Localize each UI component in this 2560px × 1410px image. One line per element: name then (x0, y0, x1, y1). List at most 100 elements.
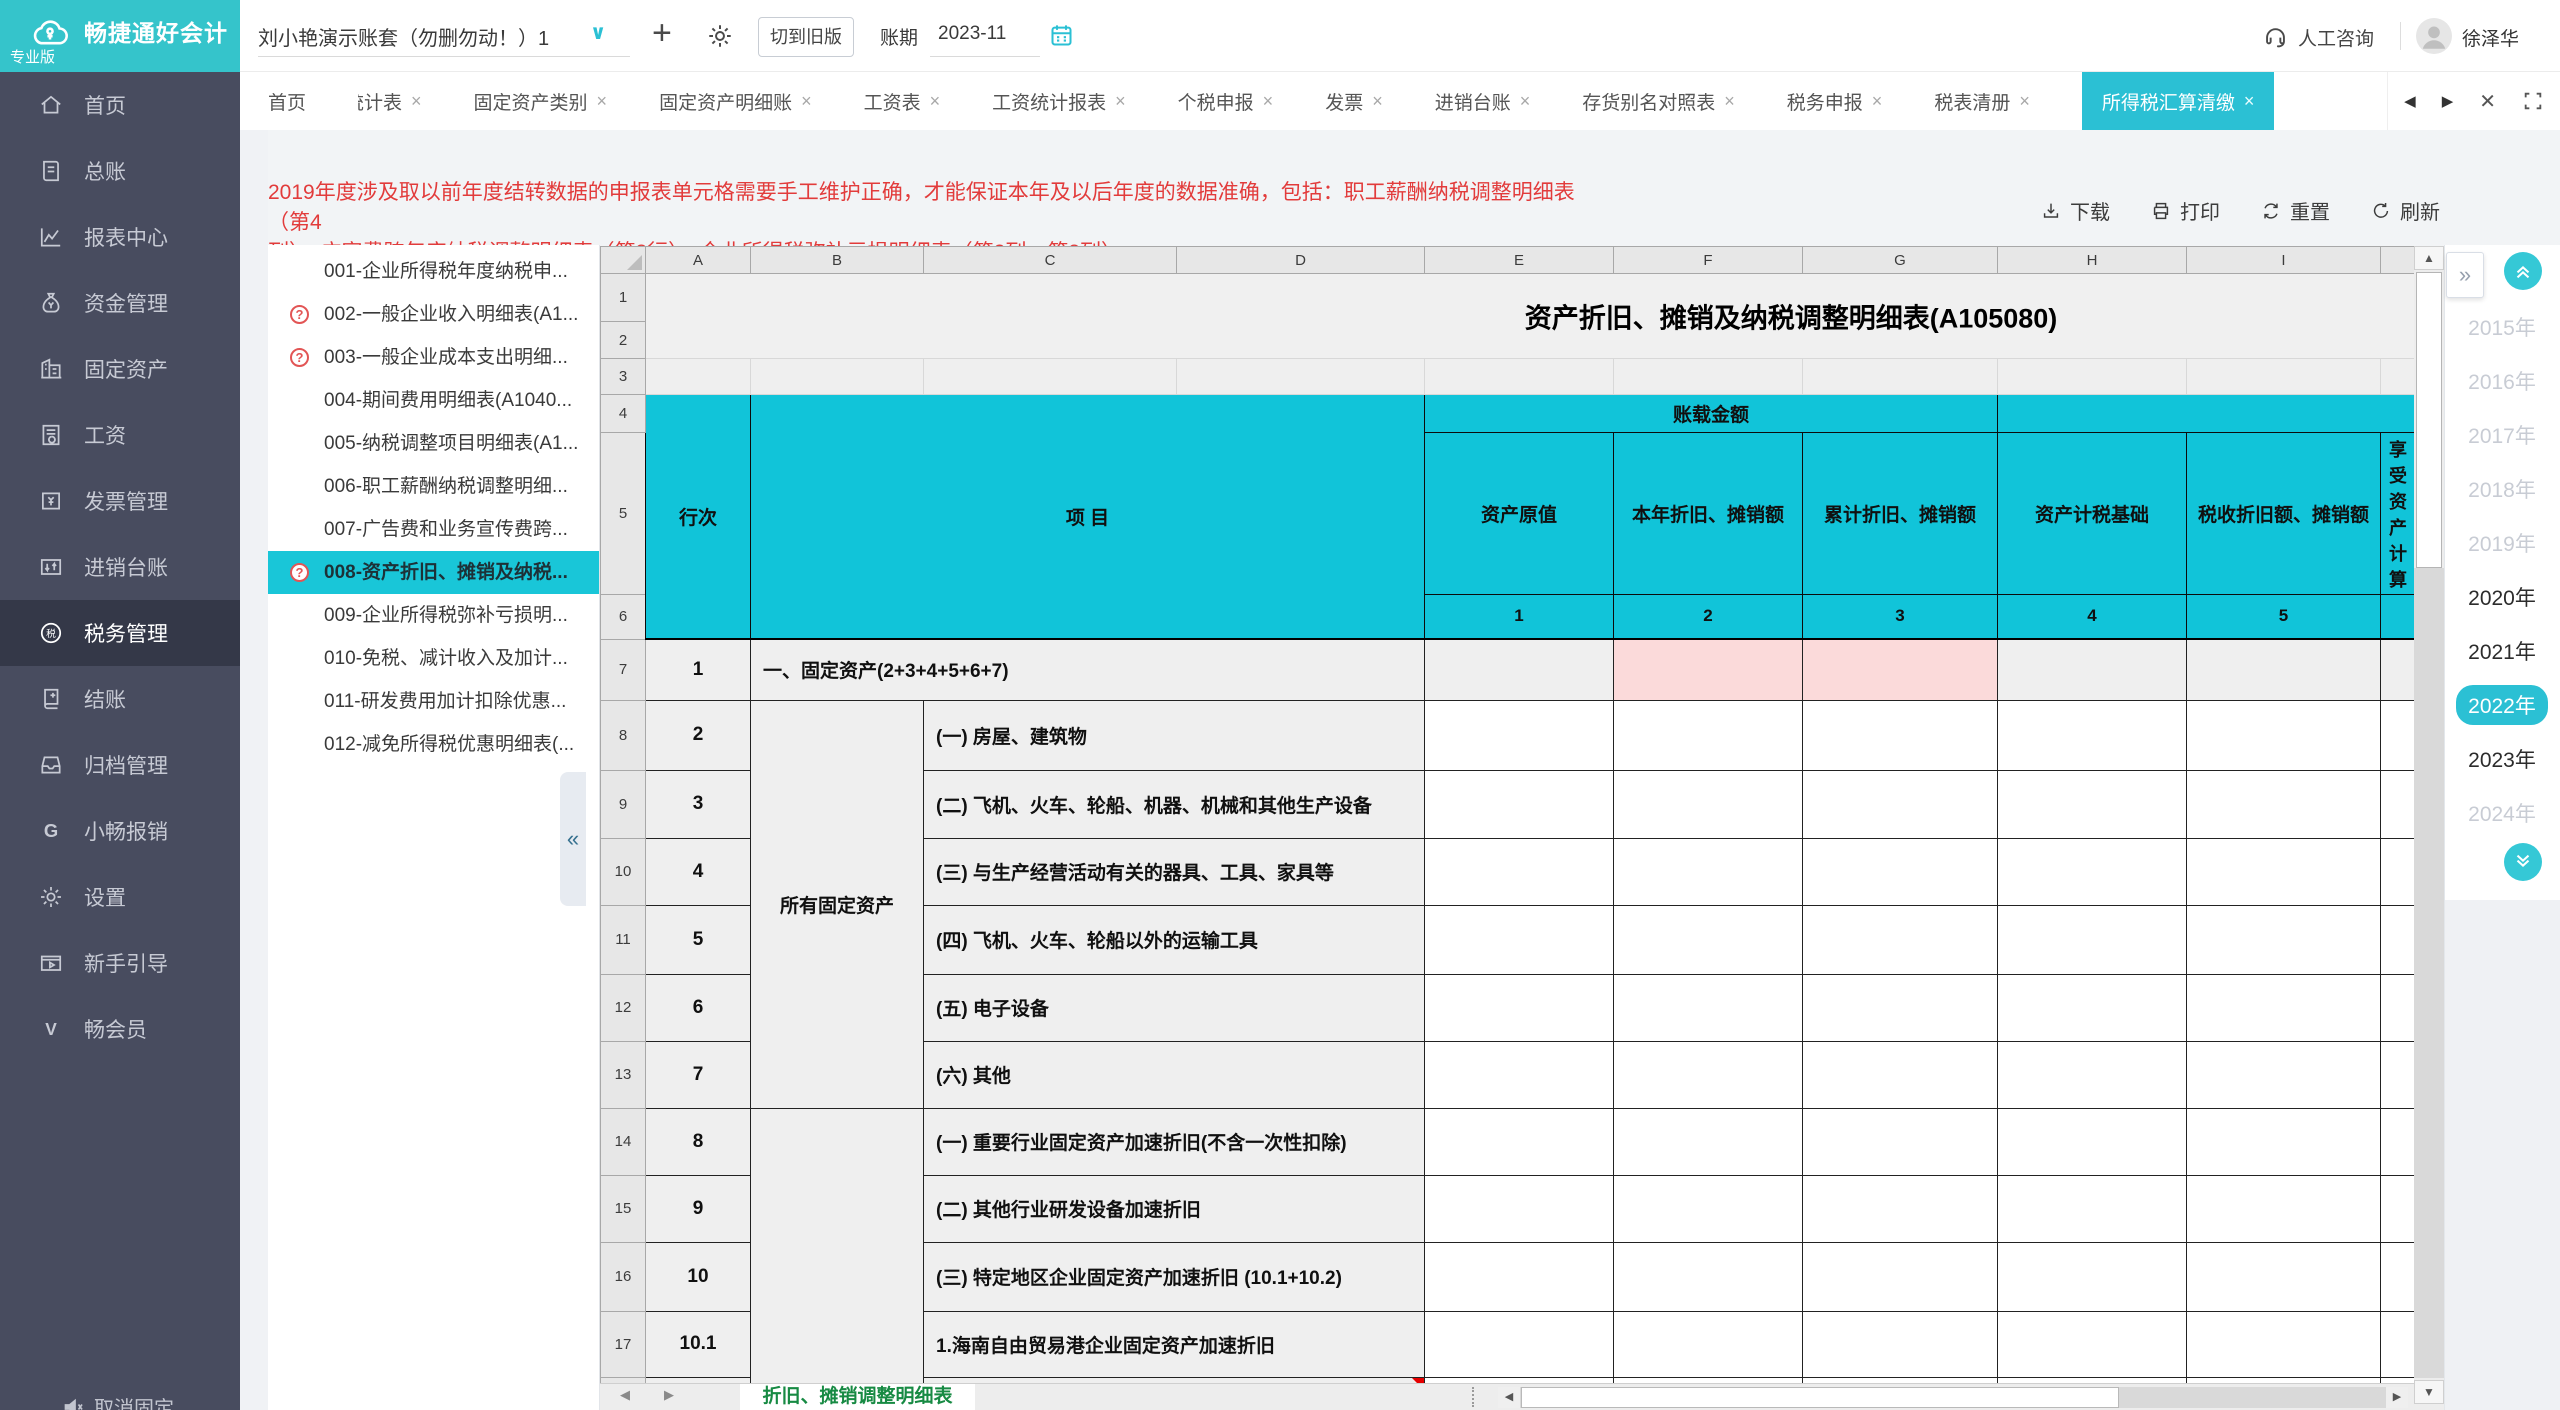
scroll-right-icon[interactable]: ▶ (2386, 1387, 2408, 1408)
col-header-E[interactable]: E (1424, 246, 1614, 274)
close-icon[interactable]: × (1872, 91, 1883, 112)
col-header-A[interactable]: A (645, 246, 751, 274)
cell-r3c8[interactable] (2186, 358, 2381, 395)
cell-r3c1[interactable] (750, 358, 924, 395)
tab-3[interactable]: 固定资产明细账 × (659, 88, 812, 115)
tab-8[interactable]: 进销台账 × (1435, 88, 1531, 115)
cell-C10[interactable]: (三) 与生产经营活动有关的器具、工具、家具等 (923, 837, 1425, 906)
form-item-9[interactable]: 010-免税、减计收入及加计... (268, 637, 599, 680)
cell-F9[interactable] (1613, 769, 1803, 839)
close-icon[interactable]: × (1263, 91, 1274, 112)
cell-J11[interactable] (2380, 904, 2414, 975)
help-icon[interactable]: ? (290, 305, 309, 324)
close-icon[interactable]: × (1115, 91, 1126, 112)
cell-E16[interactable] (1424, 1241, 1614, 1312)
cell-I17[interactable] (2186, 1310, 2381, 1378)
cell-r3c3[interactable] (1176, 358, 1425, 395)
cell-r3c5[interactable] (1613, 358, 1803, 395)
form-item-10[interactable]: 011-研发费用加计扣除优惠... (268, 680, 599, 723)
form-item-5[interactable]: 006-职工薪酬纳税调整明细... (268, 465, 599, 508)
cell-C8[interactable]: (一) 房屋、建筑物 (923, 699, 1425, 771)
cell-H7[interactable] (1997, 638, 2187, 701)
switch-old-version-button[interactable]: 切到旧版 (758, 17, 854, 57)
cell-C17[interactable]: 1.海南自由贸易港企业固定资产加速折旧 (923, 1310, 1425, 1378)
sidebar-item-0[interactable]: 首页 (0, 72, 240, 138)
cell-C9[interactable]: (二) 飞机、火车、轮船、机器、机械和其他生产设备 (923, 769, 1425, 839)
cell-E9[interactable] (1424, 769, 1614, 839)
form-item-1[interactable]: ? 002-一般企业收入明细表(A1... (268, 293, 599, 336)
row-header-17[interactable]: 17 (600, 1310, 646, 1378)
header-num-3[interactable]: 4 (1997, 593, 2187, 640)
cell-G16[interactable] (1802, 1241, 1998, 1312)
cell-E7[interactable] (1424, 638, 1614, 701)
year-item-8[interactable]: 2023年 (2444, 732, 2560, 786)
cell-I10[interactable] (2186, 837, 2381, 906)
tab-5[interactable]: 工资统计报表 × (992, 88, 1126, 115)
row-header-1[interactable]: 1 (600, 273, 646, 322)
col-header-D[interactable]: D (1176, 246, 1425, 274)
header-group-book[interactable]: 账载金额 (1424, 394, 1998, 433)
cell-A17[interactable]: 10.1 (645, 1310, 751, 1378)
col-header-I[interactable]: I (2186, 246, 2381, 274)
tab-7[interactable]: 发票 × (1325, 88, 1383, 115)
expand-year-panel-icon[interactable]: » (2446, 252, 2484, 298)
cell-G8[interactable] (1802, 699, 1998, 771)
close-icon[interactable]: × (2244, 91, 2255, 112)
cell-C14[interactable]: (一) 重要行业固定资产加速折旧(不含一次性扣除) (923, 1107, 1425, 1176)
row-header-9[interactable]: 9 (600, 769, 646, 839)
cell-G10[interactable] (1802, 837, 1998, 906)
tab-0[interactable]: 首页 (268, 88, 306, 115)
header-num-2[interactable]: 3 (1802, 593, 1998, 640)
unpin-control[interactable]: 取消固定 (62, 1392, 174, 1410)
col-header-C[interactable]: C (923, 246, 1177, 274)
cell-H17[interactable] (1997, 1310, 2187, 1378)
cell-F13[interactable] (1613, 1040, 1803, 1109)
form-item-3[interactable]: 004-期间费用明细表(A1040... (268, 379, 599, 422)
sidebar-item-13[interactable]: 新手引导 (0, 930, 240, 996)
scroll-down-icon[interactable]: ▼ (2414, 1380, 2444, 1404)
vscroll-thumb[interactable] (2416, 272, 2442, 568)
row-header-11[interactable]: 11 (600, 904, 646, 975)
row-header-6[interactable]: 6 (600, 593, 646, 640)
cell-J8[interactable] (2380, 699, 2414, 771)
toolbar-3[interactable]: 刷新 (2370, 196, 2440, 225)
hscroll-thumb[interactable] (1521, 1387, 2119, 1408)
years-scroll-up-icon[interactable] (2504, 252, 2542, 290)
tab-4[interactable]: 工资表 × (864, 88, 941, 115)
tab-12[interactable]: 所得税汇算清缴 × (2081, 72, 2275, 130)
row-header-13[interactable]: 13 (600, 1040, 646, 1109)
header-num-4[interactable]: 5 (2186, 593, 2381, 640)
form-item-6[interactable]: 007-广告费和业务宣传费跨... (268, 508, 599, 551)
cell-F16[interactable] (1613, 1241, 1803, 1312)
cell-C13[interactable]: (六) 其他 (923, 1040, 1425, 1109)
row-header-2[interactable]: 2 (600, 321, 646, 359)
cell-F7[interactable] (1613, 638, 1803, 701)
cell-J13[interactable] (2380, 1040, 2414, 1109)
cell-J17[interactable] (2380, 1310, 2414, 1378)
cell-H13[interactable] (1997, 1040, 2187, 1109)
cell-F17[interactable] (1613, 1310, 1803, 1378)
header-col-clipped[interactable]: 享受 资产 计算 (2380, 432, 2414, 595)
row-header-14[interactable]: 14 (600, 1107, 646, 1176)
cell-E8[interactable] (1424, 699, 1614, 771)
cell-F10[interactable] (1613, 837, 1803, 906)
cell-I16[interactable] (2186, 1241, 2381, 1312)
row-header-15[interactable]: 15 (600, 1174, 646, 1243)
header-num-1[interactable]: 2 (1613, 593, 1803, 640)
cell-E17[interactable] (1424, 1310, 1614, 1378)
year-item-2[interactable]: 2017年 (2444, 408, 2560, 462)
close-icon[interactable]: × (1372, 91, 1383, 112)
sidebar-item-9[interactable]: 结账 (0, 666, 240, 732)
year-item-6[interactable]: 2021年 (2444, 624, 2560, 678)
col-header-G[interactable]: G (1802, 246, 1998, 274)
header-num-clipped[interactable] (2380, 593, 2414, 640)
cell-F8[interactable] (1613, 699, 1803, 771)
cell-C12[interactable]: (五) 电子设备 (923, 973, 1425, 1042)
cell-I13[interactable] (2186, 1040, 2381, 1109)
header-item-col[interactable]: 项 目 (750, 394, 1425, 640)
cell-J7[interactable] (2380, 638, 2414, 701)
cell-C11[interactable]: (四) 飞机、火车、轮船以外的运输工具 (923, 904, 1425, 975)
cell-G13[interactable] (1802, 1040, 1998, 1109)
cell-H8[interactable] (1997, 699, 2187, 771)
cell-r3c0[interactable] (645, 358, 751, 395)
